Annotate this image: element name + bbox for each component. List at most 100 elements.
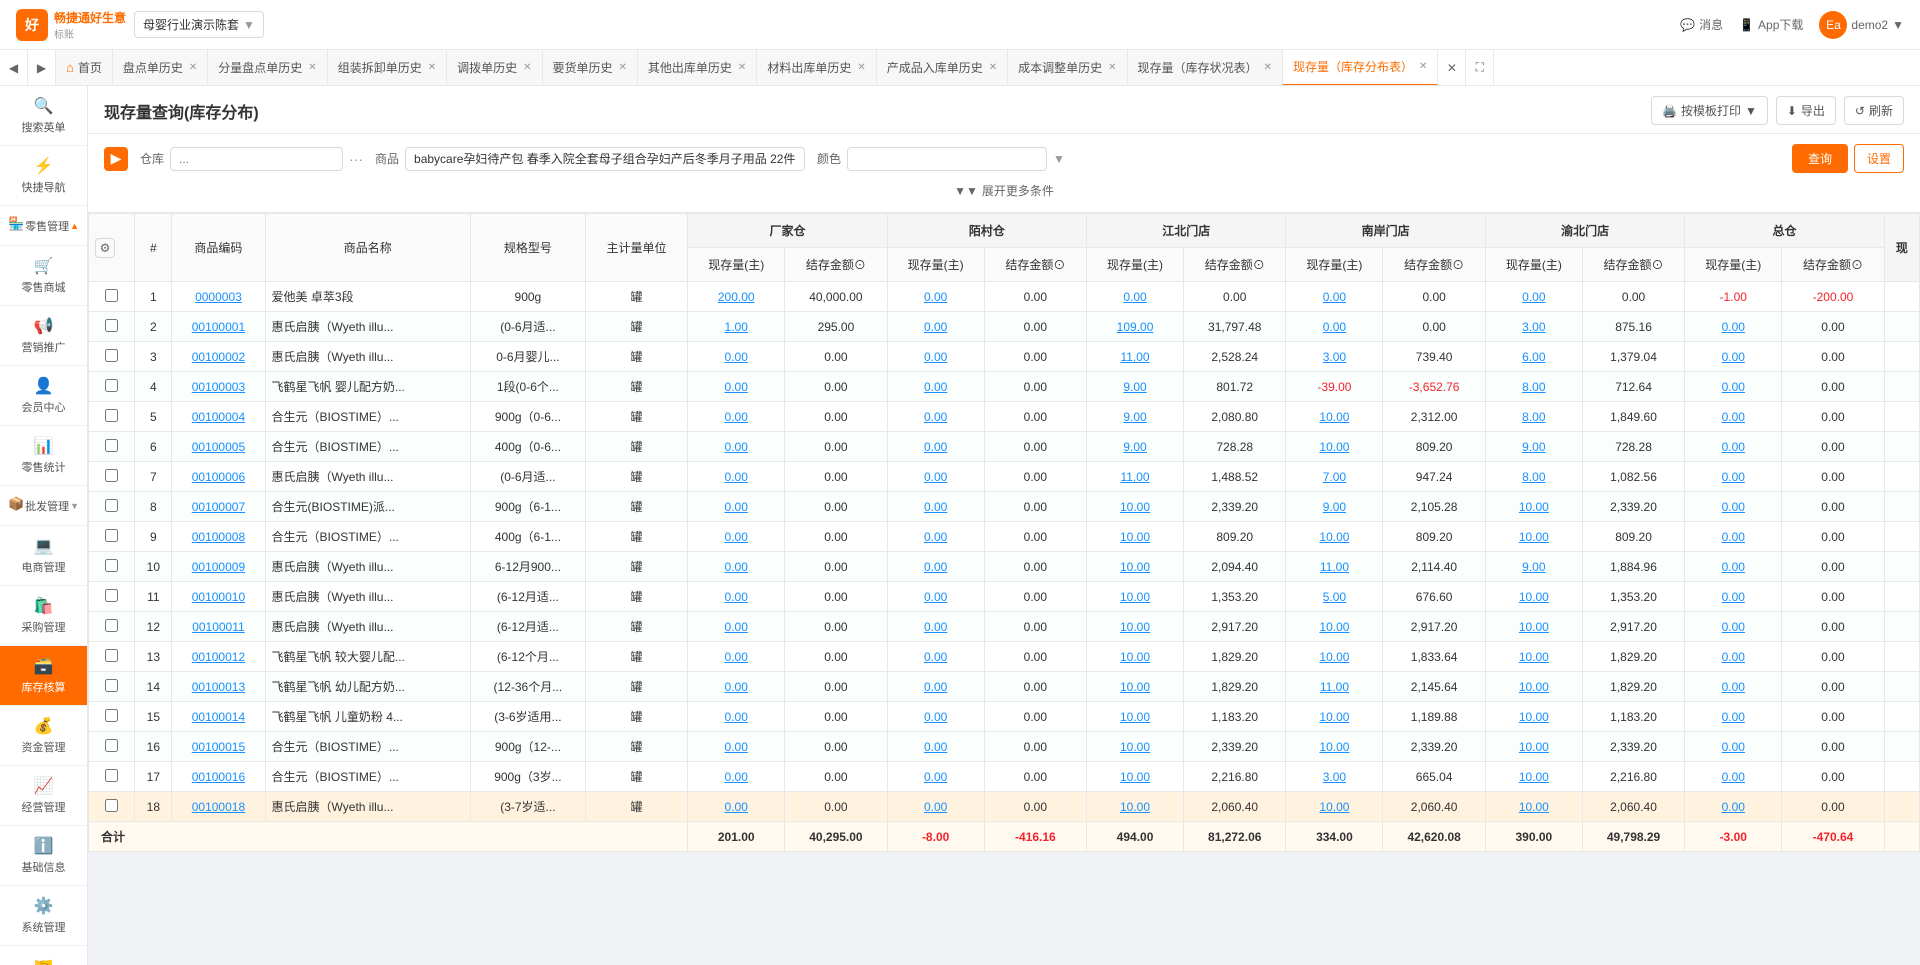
tab-stock-status[interactable]: 现存量（库存状况表） ✕ (1128, 50, 1283, 86)
row-checkbox[interactable] (89, 492, 135, 522)
sidebar-item-basic[interactable]: ℹ️ 基础信息 (0, 826, 87, 886)
color-input[interactable] (847, 147, 1047, 171)
row-checkbox[interactable] (89, 372, 135, 402)
tab-close-icon[interactable]: ✕ (1264, 62, 1272, 73)
table-row: 16 00100015 合生元（BIOSTIME）... 900g（12-...… (89, 732, 1920, 762)
tab-material-out[interactable]: 材料出库单历史 ✕ (757, 50, 876, 86)
row-checkbox[interactable] (89, 432, 135, 462)
row-code: 00100010 (172, 582, 265, 612)
row-checkbox[interactable] (89, 642, 135, 672)
gear-settings-btn[interactable]: ⚙ (95, 238, 115, 258)
product-input[interactable] (405, 147, 805, 171)
row-extra (1884, 792, 1919, 822)
table-area: ⚙ # 商品编码 商品名称 规格型号 主计量单位 厂家仓 陌村仓 江北门店 南岸… (88, 213, 1920, 942)
sidebar-item-mall[interactable]: 🛒 零售商城 (0, 246, 87, 306)
sidebar-item-member[interactable]: 👤 会员中心 (0, 366, 87, 426)
sidebar-item-inventory[interactable]: 🗃️ 库存核算 (0, 646, 87, 706)
row-no: 13 (135, 642, 172, 672)
sidebar-item-wholesale[interactable]: 📦 批发管理 ▼ (0, 486, 87, 526)
sidebar-item-retail[interactable]: 🏪 零售管理 ▲ (0, 206, 87, 246)
sidebar-item-operation[interactable]: 📈 经营管理 (0, 766, 87, 826)
sidebar-item-purchase[interactable]: 🛍️ 采购管理 (0, 586, 87, 646)
search-btn[interactable]: 查询 (1792, 144, 1848, 173)
row-checkbox[interactable] (89, 702, 135, 732)
row-yubei-amt: 2,339.20 (1582, 732, 1685, 762)
filter-toggle-btn[interactable]: ▶ (104, 147, 128, 171)
row-checkbox[interactable] (89, 342, 135, 372)
tab-close-icon[interactable]: ✕ (189, 62, 197, 73)
row-unit: 罐 (585, 312, 688, 342)
row-checkbox[interactable] (89, 552, 135, 582)
tab-close-icon[interactable]: ✕ (619, 62, 627, 73)
col-group-jiangbei: 江北门店 (1087, 214, 1286, 248)
row-checkbox[interactable] (89, 312, 135, 342)
color-dropdown-icon[interactable]: ▼ (1053, 152, 1065, 166)
sidebar-item-system[interactable]: ⚙️ 系统管理 (0, 886, 87, 946)
sidebar-item-marketing[interactable]: 📢 营销推广 (0, 306, 87, 366)
expand-filter-btn[interactable]: ▼▼ 展开更多条件 (946, 179, 1062, 202)
tab-expand-btn[interactable]: ⛶ (1466, 50, 1494, 86)
print-btn[interactable]: 🖨️ 按模板打印 ▼ (1651, 96, 1768, 125)
tab-nav-prev[interactable]: ◀ (0, 50, 28, 86)
tab-assembly[interactable]: 组装拆卸单历史 ✕ (328, 50, 447, 86)
tab-stock-dist[interactable]: 现存量（库存分布表） ✕ (1283, 50, 1438, 86)
sidebar-operation-label: 经营管理 (22, 802, 66, 814)
row-checkbox[interactable] (89, 522, 135, 552)
warehouse-input[interactable] (170, 147, 343, 171)
tab-close-icon[interactable]: ✕ (1419, 61, 1427, 72)
tab-outbound[interactable]: 其他出库单历史 ✕ (638, 50, 757, 86)
row-checkbox[interactable] (89, 762, 135, 792)
row-total-qty: 0.00 (1685, 612, 1782, 642)
page-header: 现存量查询(库存分布) 🖨️ 按模板打印 ▼ ⬇ 导出 ↺ 刷新 (88, 86, 1920, 134)
sidebar-item-quicknav[interactable]: ⚡ 快捷导航 (0, 146, 87, 206)
row-name: 飞鹤星飞帆 婴儿配方奶... (265, 372, 470, 402)
row-checkbox[interactable] (89, 402, 135, 432)
warehouse-dots-btn[interactable]: ··· (349, 151, 363, 167)
tab-close-icon[interactable]: ✕ (857, 62, 865, 73)
row-extra (1884, 342, 1919, 372)
export-icon: ⬇ (1787, 104, 1797, 118)
tab-close-icon[interactable]: ✕ (989, 62, 997, 73)
filter-row-1: ▶ 仓库 ··· 商品 颜色 ▼ 查询 设置 (104, 144, 1904, 173)
row-mocun-amt: 0.00 (984, 792, 1087, 822)
user-menu[interactable]: Ea demo2 ▼ (1819, 11, 1904, 39)
sidebar-item-search[interactable]: 🔍 搜索英单 (0, 86, 87, 146)
row-spec: (0-6月适... (471, 462, 586, 492)
message-btn[interactable]: 💬 消息 (1680, 16, 1723, 33)
row-factory-amt: 0.00 (785, 672, 888, 702)
tab-close-icon[interactable]: ✕ (1108, 62, 1116, 73)
total-row: 合计 201.00 40,295.00 -8.00 -416.16 494.00… (89, 822, 1920, 852)
tab-close-icon[interactable]: ✕ (428, 62, 436, 73)
sidebar-item-finance[interactable]: 💰 资金管理 (0, 706, 87, 766)
expand-arrow-icon: ▲ (70, 221, 79, 231)
tab-order[interactable]: 要货单历史 ✕ (543, 50, 638, 86)
tab-sub-inventory[interactable]: 分量盘点单历史 ✕ (208, 50, 327, 86)
row-checkbox[interactable] (89, 732, 135, 762)
row-checkbox[interactable] (89, 612, 135, 642)
settings-btn[interactable]: 设置 (1854, 144, 1904, 173)
refresh-btn[interactable]: ↺ 刷新 (1844, 96, 1904, 125)
row-checkbox[interactable] (89, 672, 135, 702)
logo-area[interactable]: 好 畅捷通好生意 标账 (16, 9, 126, 41)
row-checkbox[interactable] (89, 582, 135, 612)
tab-close-icon[interactable]: ✕ (523, 62, 531, 73)
industry-selector[interactable]: 母婴行业演示陈套 ▼ (134, 11, 264, 38)
row-checkbox[interactable] (89, 282, 135, 312)
sidebar-item-ecommerce[interactable]: 💻 电商管理 (0, 526, 87, 586)
tab-close-icon[interactable]: ✕ (308, 62, 316, 73)
row-checkbox[interactable] (89, 792, 135, 822)
sidebar-item-retail-stats[interactable]: 📊 零售统计 (0, 426, 87, 486)
tab-nav-next[interactable]: ▶ (28, 50, 56, 86)
tab-home[interactable]: ⌂ 首页 (56, 50, 113, 86)
export-btn[interactable]: ⬇ 导出 (1776, 96, 1836, 125)
sidebar-item-collab[interactable]: 🤝 企业协同 (0, 946, 87, 965)
tab-product-in[interactable]: 产成品入库单历史 ✕ (877, 50, 1008, 86)
row-total-amt: 0.00 (1782, 402, 1885, 432)
tab-more-btn[interactable]: ✕ (1438, 50, 1466, 86)
row-checkbox[interactable] (89, 462, 135, 492)
tab-transfer[interactable]: 调拨单历史 ✕ (447, 50, 542, 86)
app-download-btn[interactable]: 📱 App下载 (1739, 16, 1803, 33)
tab-inventory-check[interactable]: 盘点单历史 ✕ (113, 50, 208, 86)
tab-cost-adjust[interactable]: 成本调整单历史 ✕ (1008, 50, 1127, 86)
tab-close-icon[interactable]: ✕ (738, 62, 746, 73)
